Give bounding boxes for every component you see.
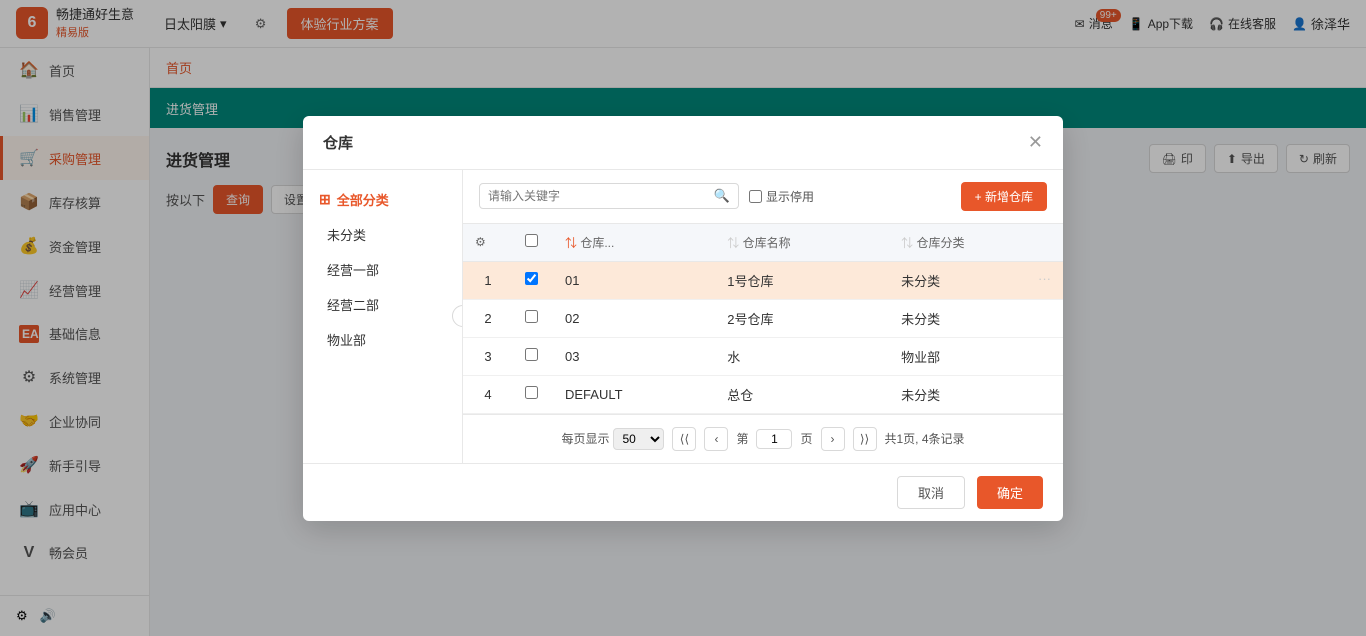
row-checkbox-cell xyxy=(513,299,553,337)
row-checkbox[interactable] xyxy=(525,272,538,285)
category-item-ops2[interactable]: 经营二部 xyxy=(303,287,462,322)
next-page-button[interactable]: › xyxy=(821,427,845,451)
modal-close-button[interactable]: ✕ xyxy=(1028,132,1043,153)
modal-overlay: 仓库 ✕ ⊞ 全部分类 未分类 经营一部 经营二部 物业部 《 xyxy=(0,0,1366,636)
col-code-header: ⇅ 仓库... xyxy=(553,224,715,262)
page-size-label: 每页显示 xyxy=(561,430,609,447)
col-settings-icon: ⚙ xyxy=(463,224,513,262)
row-checkbox[interactable] xyxy=(525,310,538,323)
row-num: 3 xyxy=(463,337,513,375)
warehouse-table: ⚙ ⇅ 仓库... ⇅ xyxy=(463,224,1063,414)
pagination: 每页显示 50 10 20 100 ⟨⟨ ‹ 第 页 › ⟩⟩ xyxy=(463,414,1063,463)
category-item-ops1[interactable]: 经营一部 xyxy=(303,252,462,287)
table-header: ⚙ ⇅ 仓库... ⇅ xyxy=(463,224,1063,262)
modal-category-panel: ⊞ 全部分类 未分类 经营一部 经营二部 物业部 《 xyxy=(303,170,463,463)
first-page-button[interactable]: ⟨⟨ xyxy=(672,427,696,451)
row-category: 未分类 xyxy=(889,299,1063,337)
row-code: 01 xyxy=(553,261,715,299)
row-code: 03 xyxy=(553,337,715,375)
sort-icon2: ⇅ xyxy=(727,236,739,250)
warehouse-search-input[interactable] xyxy=(488,189,714,203)
row-checkbox-cell xyxy=(513,337,553,375)
search-icon: 🔍 xyxy=(714,188,730,204)
row-category: 物业部 xyxy=(889,337,1063,375)
gear-icon-small: ⚙ xyxy=(475,235,486,249)
table-body: 1 01 1号仓库 未分类 ··· xyxy=(463,261,1063,413)
pagination-summary: 共1页, 4条记录 xyxy=(885,430,965,447)
col-checkbox xyxy=(513,224,553,262)
category-item-uncategorized[interactable]: 未分类 xyxy=(303,217,462,252)
col-name-header: ⇅ 仓库名称 xyxy=(715,224,889,262)
confirm-button[interactable]: 确定 xyxy=(977,476,1043,509)
row-category: 未分类 xyxy=(889,375,1063,413)
modal-body: ⊞ 全部分类 未分类 经营一部 经营二部 物业部 《 🔍 xyxy=(303,170,1063,463)
page-size-select[interactable]: 50 10 20 100 xyxy=(613,428,664,450)
page-label-after: 页 xyxy=(800,430,812,447)
row-name: 总仓 xyxy=(715,375,889,413)
modal-right-panel: 🔍 显示停用 + 新增仓库 ⚙ xyxy=(463,170,1063,463)
show-disabled-checkbox-group: 显示停用 xyxy=(749,188,814,205)
row-checkbox[interactable] xyxy=(525,386,538,399)
select-all-checkbox[interactable] xyxy=(525,234,538,247)
category-header-all[interactable]: ⊞ 全部分类 xyxy=(303,182,462,217)
row-checkbox[interactable] xyxy=(525,348,538,361)
row-name: 2号仓库 xyxy=(715,299,889,337)
warehouse-modal: 仓库 ✕ ⊞ 全部分类 未分类 经营一部 经营二部 物业部 《 xyxy=(303,116,1063,521)
cancel-button[interactable]: 取消 xyxy=(897,476,965,509)
modal-footer: 取消 确定 xyxy=(303,463,1063,521)
new-warehouse-button[interactable]: + 新增仓库 xyxy=(961,182,1047,211)
table-row[interactable]: 4 DEFAULT 总仓 未分类 xyxy=(463,375,1063,413)
row-checkbox-cell xyxy=(513,375,553,413)
row-checkbox-cell xyxy=(513,261,553,299)
page-label-before: 第 xyxy=(736,430,748,447)
last-page-button[interactable]: ⟩⟩ xyxy=(853,427,877,451)
modal-toolbar: 🔍 显示停用 + 新增仓库 xyxy=(463,170,1063,224)
sort-icon: ⇅ xyxy=(565,236,577,250)
row-name: 水 xyxy=(715,337,889,375)
show-disabled-label: 显示停用 xyxy=(766,188,814,205)
page-number-input[interactable] xyxy=(756,429,792,449)
warehouse-data-table: ⚙ ⇅ 仓库... ⇅ xyxy=(463,224,1063,414)
prev-page-button[interactable]: ‹ xyxy=(704,427,728,451)
grid-icon: ⊞ xyxy=(319,191,331,208)
modal-header: 仓库 ✕ xyxy=(303,116,1063,170)
category-all-label: 全部分类 xyxy=(337,190,389,209)
row-num: 4 xyxy=(463,375,513,413)
row-code: DEFAULT xyxy=(553,375,715,413)
table-row[interactable]: 1 01 1号仓库 未分类 ··· xyxy=(463,261,1063,299)
table-row[interactable]: 2 02 2号仓库 未分类 xyxy=(463,299,1063,337)
sort-icon3: ⇅ xyxy=(901,236,913,250)
row-actions-icon: ··· xyxy=(1038,271,1051,286)
modal-title: 仓库 xyxy=(323,132,353,153)
row-code: 02 xyxy=(553,299,715,337)
show-disabled-checkbox[interactable] xyxy=(749,190,762,203)
col-category-header: ⇅ 仓库分类 xyxy=(889,224,1063,262)
row-num: 1 xyxy=(463,261,513,299)
row-num: 2 xyxy=(463,299,513,337)
row-name: 1号仓库 xyxy=(715,261,889,299)
warehouse-search-box: 🔍 xyxy=(479,183,739,209)
table-row[interactable]: 3 03 水 物业部 xyxy=(463,337,1063,375)
page-size-group: 每页显示 50 10 20 100 xyxy=(561,428,664,450)
category-item-property[interactable]: 物业部 xyxy=(303,322,462,357)
row-category: 未分类 ··· xyxy=(889,261,1063,299)
